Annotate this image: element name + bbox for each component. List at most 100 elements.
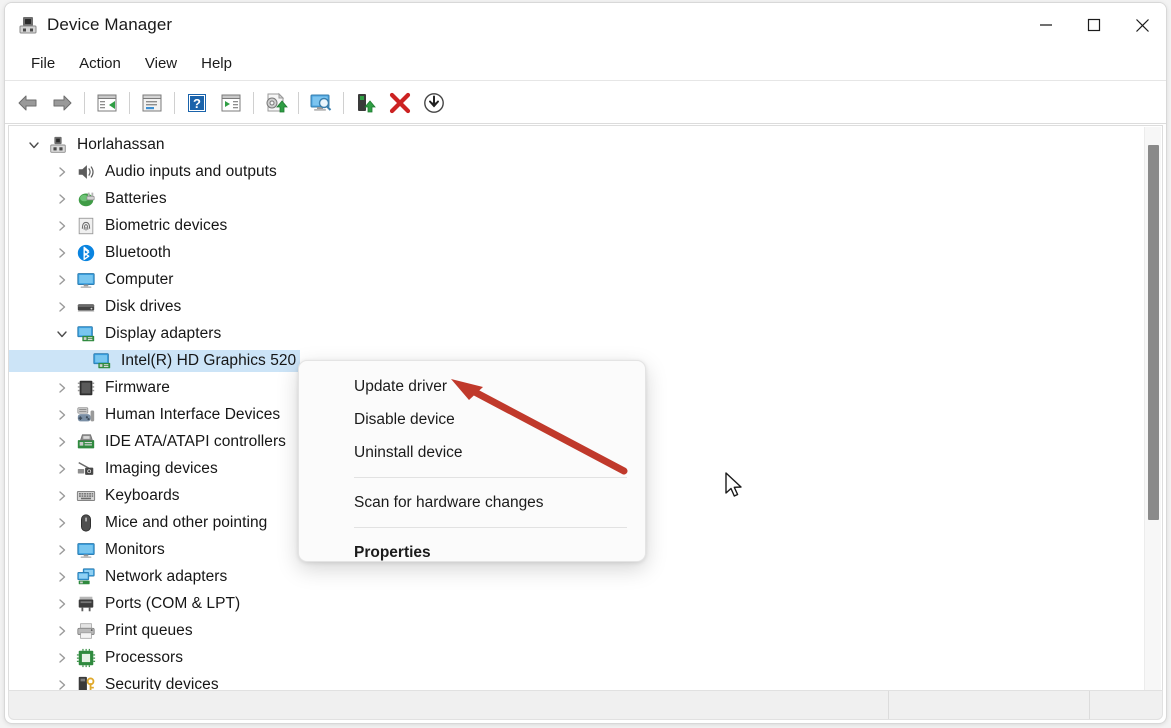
chevron-right-icon[interactable] [49, 617, 75, 644]
computer-root-icon [47, 134, 69, 156]
chevron-right-icon[interactable] [49, 671, 75, 690]
gamepad-icon [75, 404, 97, 426]
chevron-right-icon[interactable] [49, 293, 75, 320]
chevron-right-icon[interactable] [49, 239, 75, 266]
chevron-right-icon[interactable] [49, 563, 75, 590]
download-button[interactable] [417, 86, 451, 120]
chevron-right-icon[interactable] [49, 401, 75, 428]
minimize-button[interactable] [1022, 3, 1070, 47]
ide-controller-icon [75, 431, 97, 453]
tree-node-label: Monitors [105, 540, 165, 558]
tree-row[interactable]: Computer [9, 266, 1139, 293]
tree-node-label: Computer [105, 270, 174, 288]
tree-node-label: Keyboards [105, 486, 180, 504]
chevron-right-icon[interactable] [49, 644, 75, 671]
bluetooth-icon [75, 242, 97, 264]
tree-node-label: Ports (COM & LPT) [105, 594, 241, 612]
toolbar-separator [253, 91, 254, 114]
tree-row[interactable]: Display adapters [9, 320, 1139, 347]
port-icon [75, 593, 97, 615]
tree-row[interactable]: Print queues [9, 617, 1139, 644]
toolbar-separator [298, 91, 299, 114]
chevron-right-icon[interactable] [49, 266, 75, 293]
ctx-update-driver[interactable]: Update driver [299, 370, 645, 403]
help-button[interactable]: ? [180, 86, 214, 120]
download-circle-icon [424, 92, 444, 113]
keyboard-icon [75, 485, 97, 507]
chevron-right-icon[interactable] [49, 185, 75, 212]
chevron-right-icon[interactable] [49, 590, 75, 617]
up-one-level-button[interactable] [90, 86, 124, 120]
update-driver-button[interactable] [259, 86, 293, 120]
context-menu-separator [354, 477, 627, 478]
tree-row[interactable]: Disk drives [9, 293, 1139, 320]
close-icon [1135, 18, 1149, 32]
tree-row[interactable]: Bluetooth [9, 239, 1139, 266]
toolbar: ? [5, 82, 1166, 124]
close-button[interactable] [1118, 3, 1166, 47]
forward-button[interactable] [45, 86, 79, 120]
chevron-right-icon[interactable] [49, 158, 75, 185]
tree-node-label: Horlahassan [77, 135, 165, 153]
tree-row[interactable]: Biometric devices [9, 212, 1139, 239]
toolbar-separator [343, 91, 344, 114]
menu-file[interactable]: File [19, 53, 67, 74]
chevron-right-icon[interactable] [49, 509, 75, 536]
properties-icon [221, 94, 241, 111]
tree-node-label: IDE ATA/ATAPI controllers [105, 432, 286, 450]
console-tree-icon [142, 94, 162, 111]
menu-help[interactable]: Help [189, 53, 244, 74]
device-manager-screen: Device Manager File Action View Help ? H… [0, 0, 1171, 728]
tree-row[interactable]: Batteries [9, 185, 1139, 212]
tree-node-label: Bluetooth [105, 243, 171, 261]
menu-view[interactable]: View [133, 53, 189, 74]
maximize-icon [1087, 18, 1101, 32]
battery-plug-icon [75, 188, 97, 210]
chevron-right-icon[interactable] [49, 428, 75, 455]
window-title: Device Manager [47, 15, 173, 34]
uninstall-device-button[interactable] [383, 86, 417, 120]
ctx-uninstall-device[interactable]: Uninstall device [299, 436, 645, 469]
speaker-icon [75, 161, 97, 183]
tree-node-label: Biometric devices [105, 216, 228, 234]
tree-node-label: Network adapters [105, 567, 228, 585]
caption-button-group [1022, 3, 1166, 47]
show-hide-console-tree-button[interactable] [135, 86, 169, 120]
chevron-right-icon[interactable] [49, 374, 75, 401]
mouse-icon [75, 512, 97, 534]
scrollbar-thumb[interactable] [1148, 145, 1159, 520]
tree-row[interactable]: Audio inputs and outputs [9, 158, 1139, 185]
chevron-right-icon[interactable] [49, 536, 75, 563]
tree-node-label: Imaging devices [105, 459, 218, 477]
scan-hardware-changes-button[interactable] [304, 86, 338, 120]
ctx-scan-hardware-changes[interactable]: Scan for hardware changes [299, 486, 645, 519]
ctx-disable-device[interactable]: Disable device [299, 403, 645, 436]
menu-bar: File Action View Help [5, 47, 1166, 81]
chevron-right-icon[interactable] [49, 455, 75, 482]
vertical-scrollbar[interactable] [1144, 127, 1161, 690]
tree-row[interactable]: Ports (COM & LPT) [9, 590, 1139, 617]
menu-action[interactable]: Action [67, 53, 133, 74]
fingerprint-icon [75, 215, 97, 237]
scan-hardware-icon [310, 94, 332, 111]
tree-row[interactable]: Processors [9, 644, 1139, 671]
enable-device-button[interactable] [349, 86, 383, 120]
selected-device-row[interactable]: Intel(R) HD Graphics 520 [9, 349, 301, 372]
ctx-properties[interactable]: Properties [299, 536, 645, 569]
tree-row[interactable]: Security devices [9, 671, 1139, 690]
back-button[interactable] [11, 86, 45, 120]
tree-node-label: Human Interface Devices [105, 405, 281, 423]
minimize-icon [1040, 24, 1052, 26]
display-adapter-icon [91, 350, 113, 372]
chevron-down-icon[interactable] [21, 131, 47, 158]
maximize-button[interactable] [1070, 3, 1118, 47]
back-arrow-icon [18, 95, 37, 110]
chevron-right-icon[interactable] [49, 482, 75, 509]
chevron-down-icon[interactable] [49, 320, 75, 347]
tree-row[interactable]: Horlahassan [9, 131, 1139, 158]
chevron-right-icon[interactable] [49, 212, 75, 239]
device-manager-window: Device Manager File Action View Help ? H… [4, 2, 1167, 724]
enable-device-icon [358, 93, 376, 112]
properties-button[interactable] [214, 86, 248, 120]
tree-node-label: Audio inputs and outputs [105, 162, 277, 180]
